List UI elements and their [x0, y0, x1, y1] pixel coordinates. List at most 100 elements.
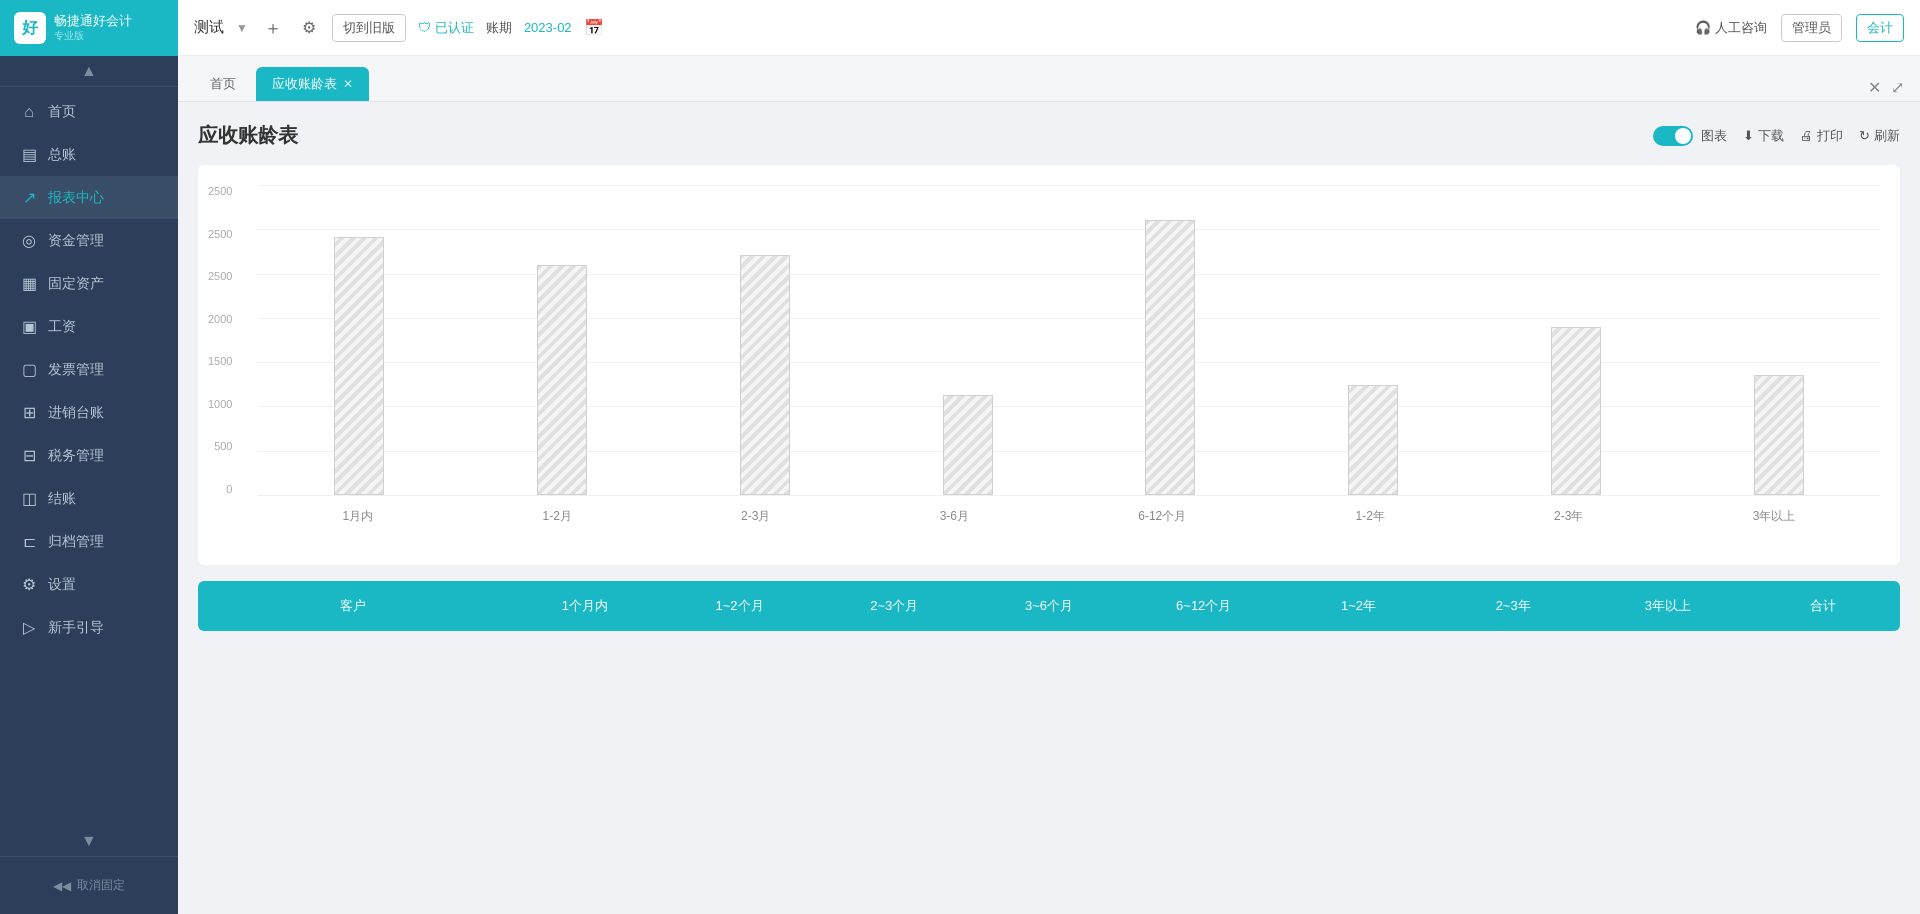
- chart-bars: [258, 185, 1880, 495]
- calendar-icon[interactable]: 📅: [584, 18, 604, 37]
- tab-aging[interactable]: 应收账龄表 ✕: [256, 67, 369, 101]
- col-2-3year: 2~3年: [1436, 581, 1591, 631]
- chart-x-axis: 1月内 1-2月 2-3月 3-6月 6-12个月 1-2年 2-3年 3年以上: [258, 508, 1880, 525]
- add-button[interactable]: ＋: [260, 12, 286, 44]
- role-button[interactable]: 会计: [1856, 14, 1904, 42]
- toggle-thumb: [1675, 128, 1691, 144]
- col-total: 合计: [1745, 581, 1900, 631]
- bar-2-3year: [1546, 327, 1606, 495]
- invoice-icon: ▢: [20, 360, 38, 379]
- tab-label: 应收账龄表: [272, 75, 337, 93]
- y-label-1500: 1500: [208, 355, 232, 367]
- sidebar-item-label: 资金管理: [48, 232, 104, 250]
- sidebar-item-general-ledger[interactable]: ▤ 总账: [0, 133, 178, 176]
- sidebar-item-label: 新手引导: [48, 619, 104, 637]
- table-header: 客户 1个月内 1~2个月 2~3个月 3~6个月 6~12个月 1~2年 2~…: [198, 581, 1900, 631]
- sidebar-item-fixed-assets[interactable]: ▦ 固定资产: [0, 262, 178, 305]
- print-label: 打印: [1817, 127, 1843, 145]
- x-label-1-2year: 1-2年: [1356, 508, 1385, 525]
- company-dropdown-icon[interactable]: ▼: [236, 21, 248, 35]
- sidebar-item-tax-management[interactable]: ⊟ 税务管理: [0, 434, 178, 477]
- sidebar-item-invoice-management[interactable]: ▢ 发票管理: [0, 348, 178, 391]
- x-label-1-2month: 1-2月: [543, 508, 572, 525]
- bar-3plus-year: [1749, 375, 1809, 495]
- tax-icon: ⊟: [20, 446, 38, 465]
- close-window-button[interactable]: ✕: [1868, 78, 1881, 97]
- col-2-3month: 2~3个月: [817, 581, 972, 631]
- x-label-2-3month: 2-3月: [741, 508, 770, 525]
- sidebar-item-label: 总账: [48, 146, 76, 164]
- sidebar-item-report-center[interactable]: ↗ 报表中心: [0, 176, 178, 219]
- sidebar-item-archive[interactable]: ⊏ 归档管理: [0, 520, 178, 563]
- y-label-500: 500: [214, 440, 232, 452]
- sidebar-item-tutorial[interactable]: ▷ 新手引导: [0, 606, 178, 649]
- logo-icon: 好: [14, 12, 46, 44]
- chart-container: 2500 2500 2500 2000 1500 1000 500 0: [198, 165, 1900, 565]
- table-container: 客户 1个月内 1~2个月 2~3个月 3~6个月 6~12个月 1~2年 2~…: [198, 581, 1900, 631]
- tab-close-icon[interactable]: ✕: [343, 77, 353, 91]
- bar-2-3month: [735, 255, 795, 495]
- download-label: 下载: [1758, 127, 1784, 145]
- sidebar-item-label: 税务管理: [48, 447, 104, 465]
- print-button[interactable]: 🖨 打印: [1800, 127, 1843, 145]
- col-1-2month: 1~2个月: [662, 581, 817, 631]
- sidebar-item-settings[interactable]: ⚙ 设置: [0, 563, 178, 606]
- page-title: 应收账龄表: [198, 122, 298, 149]
- bar-3-6month-rect: [943, 395, 993, 495]
- payroll-icon: ▣: [20, 317, 38, 336]
- refresh-button[interactable]: ↻ 刷新: [1859, 127, 1900, 145]
- sidebar-item-home[interactable]: ⌂ 首页: [0, 91, 178, 133]
- toggle-track[interactable]: [1653, 126, 1693, 146]
- download-icon: ⬇: [1743, 128, 1754, 143]
- logo-text-block: 畅捷通好会计 专业版: [54, 13, 132, 44]
- chart-area: 2500 2500 2500 2000 1500 1000 500 0: [258, 185, 1880, 525]
- topbar-right: 🎧 人工咨询 管理员 会计: [1695, 14, 1904, 42]
- chart-toggle[interactable]: 图表: [1653, 126, 1727, 146]
- sidebar-item-label: 设置: [48, 576, 76, 594]
- sidebar-item-payroll[interactable]: ▣ 工资: [0, 305, 178, 348]
- x-label-3plus-year: 3年以上: [1753, 508, 1796, 525]
- download-button[interactable]: ⬇ 下载: [1743, 127, 1784, 145]
- old-version-button[interactable]: 切到旧版: [332, 14, 406, 42]
- headset-icon: 🎧: [1695, 20, 1711, 35]
- sidebar-item-purchase-sales[interactable]: ⊞ 进销台账: [0, 391, 178, 434]
- refresh-label: 刷新: [1874, 127, 1900, 145]
- maximize-button[interactable]: ⤢: [1891, 78, 1904, 97]
- bar-1month-rect: [334, 237, 384, 495]
- settings-icon: ⚙: [20, 575, 38, 594]
- home-icon: ⌂: [20, 103, 38, 121]
- bar-1-2month-rect: [537, 265, 587, 495]
- x-label-6-12month: 6-12个月: [1138, 508, 1186, 525]
- app-edition: 专业版: [54, 29, 132, 43]
- y-label-2500-top: 2500: [208, 185, 232, 197]
- sidebar-item-label: 固定资产: [48, 275, 104, 293]
- sidebar-bottom: ◀◀ 取消固定: [0, 856, 178, 914]
- sidebar-scroll-up[interactable]: ▲: [0, 56, 178, 87]
- bar-6-12month-rect: [1145, 220, 1195, 495]
- tutorial-icon: ▷: [20, 618, 38, 637]
- col-customer: 客户: [198, 581, 507, 631]
- bar-1month: [329, 237, 389, 495]
- pin-icon: ◀◀: [53, 879, 71, 893]
- user-button[interactable]: 管理员: [1781, 14, 1842, 42]
- sidebar-item-settlement[interactable]: ◫ 结账: [0, 477, 178, 520]
- chart-y-axis: 2500 2500 2500 2000 1500 1000 500 0: [208, 185, 232, 495]
- settlement-icon: ◫: [20, 489, 38, 508]
- tab-home[interactable]: 首页: [194, 67, 252, 101]
- sidebar-item-fund-management[interactable]: ◎ 资金管理: [0, 219, 178, 262]
- period-label: 账期: [486, 19, 512, 37]
- help-button[interactable]: 🎧 人工咨询: [1695, 19, 1767, 37]
- x-label-1month: 1月内: [343, 508, 374, 525]
- certified-label: 已认证: [435, 19, 474, 37]
- cancel-fixed-button[interactable]: ◀◀ 取消固定: [0, 867, 178, 904]
- y-label-2000: 2000: [208, 313, 232, 325]
- bar-1-2year-rect: [1348, 385, 1398, 495]
- page-header: 应收账龄表 图表 ⬇ 下载 🖨 打印 ↻ 刷新: [198, 122, 1900, 149]
- app-logo: 好 畅捷通好会计 专业版: [0, 0, 178, 56]
- settings-button[interactable]: ⚙: [298, 14, 320, 41]
- assets-icon: ▦: [20, 274, 38, 293]
- toggle-label: 图表: [1701, 127, 1727, 145]
- sidebar-item-label: 结账: [48, 490, 76, 508]
- col-1-2year: 1~2年: [1281, 581, 1436, 631]
- sidebar-scroll-down[interactable]: ▼: [0, 826, 178, 856]
